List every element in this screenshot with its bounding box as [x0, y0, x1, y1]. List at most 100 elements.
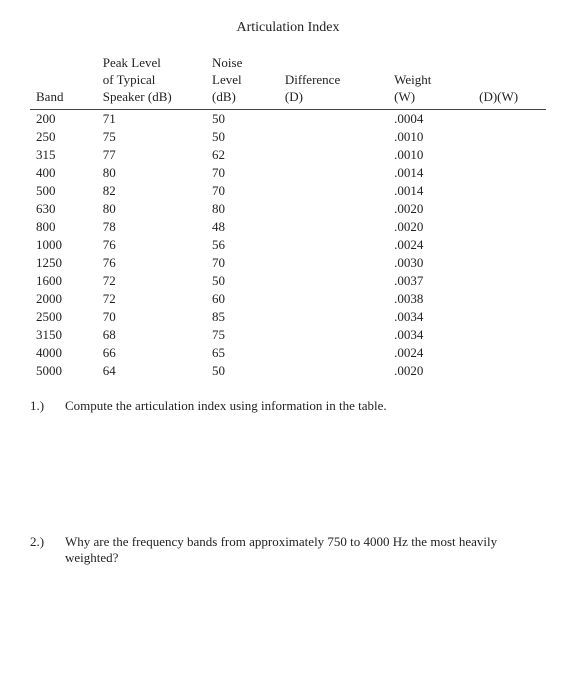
table-row: 50006450.0020 [30, 362, 546, 380]
cell-dw [473, 182, 546, 200]
cell-peak: 78 [97, 218, 206, 236]
cell-diff [279, 109, 388, 128]
table-row: 2507550 .0010 [30, 128, 546, 146]
table-row: 3157762.0010 [30, 146, 546, 164]
cell-weight: .0020 [388, 200, 473, 218]
header-weight: Weight (W) [388, 54, 473, 109]
cell-band: 800 [30, 218, 97, 236]
cell-dw [473, 146, 546, 164]
cell-diff [279, 218, 388, 236]
question-2-text: Why are the frequency bands from approxi… [65, 534, 546, 566]
cell-diff [279, 164, 388, 182]
cell-weight: .0014 [388, 182, 473, 200]
cell-noise: 65 [206, 344, 279, 362]
cell-noise: 50 [206, 109, 279, 128]
cell-peak: 71 [97, 109, 206, 128]
cell-peak: 77 [97, 146, 206, 164]
cell-band: 315 [30, 146, 97, 164]
cell-dw [473, 290, 546, 308]
cell-diff [279, 128, 388, 146]
cell-noise: 80 [206, 200, 279, 218]
cell-diff [279, 344, 388, 362]
table-row: 6308080.0020 [30, 200, 546, 218]
cell-peak: 76 [97, 236, 206, 254]
cell-peak: 80 [97, 200, 206, 218]
cell-peak: 82 [97, 182, 206, 200]
question-1: 1.) Compute the articulation index using… [30, 398, 546, 414]
cell-band: 2000 [30, 290, 97, 308]
cell-weight: .0020 [388, 218, 473, 236]
table-body: 2007150.00042507550.00103157762.00104008… [30, 109, 546, 380]
cell-dw [473, 218, 546, 236]
cell-weight: .0037 [388, 272, 473, 290]
cell-peak: 76 [97, 254, 206, 272]
cell-peak: 70 [97, 308, 206, 326]
cell-diff [279, 182, 388, 200]
header-noise: Noise Level (dB) [206, 54, 279, 109]
cell-diff [279, 308, 388, 326]
cell-noise: 70 [206, 164, 279, 182]
cell-peak: 72 [97, 290, 206, 308]
cell-peak: 75 [97, 128, 206, 146]
table-row: 4008070.0014 [30, 164, 546, 182]
cell-dw [473, 236, 546, 254]
cell-dw [473, 308, 546, 326]
question-1-number: 1.) [30, 398, 65, 414]
cell-band: 200 [30, 109, 97, 128]
cell-diff [279, 236, 388, 254]
cell-noise: 50 [206, 128, 279, 146]
cell-diff [279, 272, 388, 290]
cell-weight: .0024 [388, 344, 473, 362]
cell-dw [473, 164, 546, 182]
header-dw: (D)(W) [473, 54, 546, 109]
cell-weight: .0038 [388, 290, 473, 308]
cell-band: 630 [30, 200, 97, 218]
cell-peak: 66 [97, 344, 206, 362]
cell-peak: 64 [97, 362, 206, 380]
cell-dw [473, 326, 546, 344]
cell-dw [473, 200, 546, 218]
cell-band: 1250 [30, 254, 97, 272]
cell-noise: 85 [206, 308, 279, 326]
cell-band: 4000 [30, 344, 97, 362]
cell-weight: .0010 [388, 128, 473, 146]
cell-band: 400 [30, 164, 97, 182]
cell-dw [473, 272, 546, 290]
cell-diff [279, 200, 388, 218]
cell-band: 250 [30, 128, 97, 146]
cell-noise: 50 [206, 272, 279, 290]
table-row: 25007085.0034 [30, 308, 546, 326]
questions-section: 1.) Compute the articulation index using… [30, 398, 546, 566]
table-row: 12507670.0030 [30, 254, 546, 272]
cell-band: 3150 [30, 326, 97, 344]
table-row: 2007150 .0004 [30, 109, 546, 128]
cell-weight: .0014 [388, 164, 473, 182]
table-row: 16007250.0037 [30, 272, 546, 290]
cell-band: 1000 [30, 236, 97, 254]
cell-dw [473, 128, 546, 146]
cell-noise: 70 [206, 182, 279, 200]
cell-band: 5000 [30, 362, 97, 380]
cell-weight: .0034 [388, 308, 473, 326]
table-row: 40006665 .0024 [30, 344, 546, 362]
cell-dw [473, 344, 546, 362]
cell-peak: 68 [97, 326, 206, 344]
question-2-number: 2.) [30, 534, 65, 566]
table-row: 20007260 .0038 [30, 290, 546, 308]
cell-weight: .0020 [388, 362, 473, 380]
cell-noise: 75 [206, 326, 279, 344]
table-row: 5008270 .0014 [30, 182, 546, 200]
cell-noise: 70 [206, 254, 279, 272]
table-row: 8007848.0020 [30, 218, 546, 236]
cell-noise: 62 [206, 146, 279, 164]
table-container: Band Peak Level of Typical Speaker (dB) … [30, 54, 546, 380]
articulation-table: Band Peak Level of Typical Speaker (dB) … [30, 54, 546, 380]
cell-diff [279, 254, 388, 272]
cell-noise: 60 [206, 290, 279, 308]
cell-weight: .0034 [388, 326, 473, 344]
cell-weight: .0004 [388, 109, 473, 128]
cell-weight: .0024 [388, 236, 473, 254]
cell-band: 500 [30, 182, 97, 200]
cell-diff [279, 362, 388, 380]
header-diff: Difference (D) [279, 54, 388, 109]
